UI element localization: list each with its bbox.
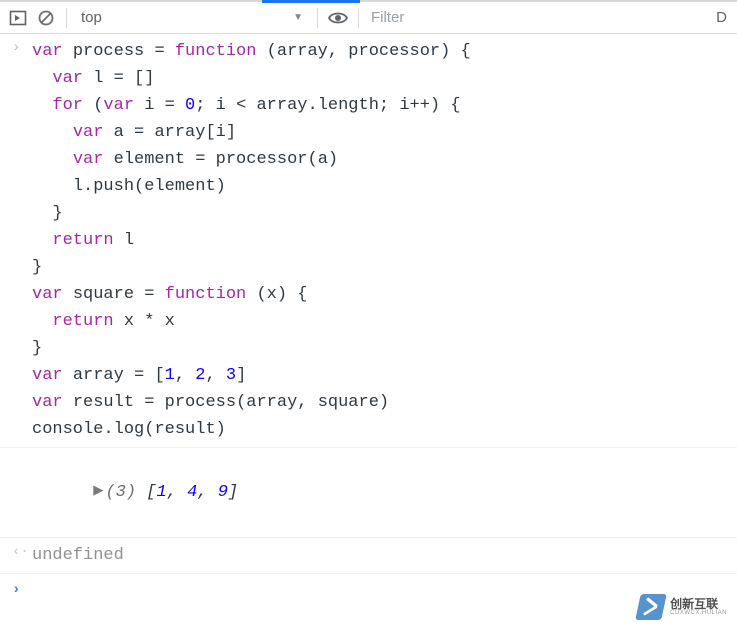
expand-triangle-icon[interactable]: ▶	[93, 478, 103, 505]
toolbar-separator	[66, 8, 67, 28]
return-chevron-icon: ‹·	[4, 542, 32, 560]
watermark-sub: CDXWCX.HULIAN	[670, 610, 727, 616]
toolbar-separator	[317, 8, 318, 28]
clear-console-icon[interactable]	[32, 4, 60, 32]
code-input[interactable]: var process = function (array, processor…	[32, 38, 737, 443]
array-length: (3)	[105, 483, 136, 502]
dropdown-triangle-icon: ▼	[293, 12, 303, 23]
filter-input[interactable]	[365, 6, 710, 30]
console-toolbar: top ▼ D	[0, 2, 737, 34]
default-levels-label[interactable]: D	[710, 9, 733, 26]
console-prompt-row[interactable]: ›	[0, 574, 737, 604]
context-selector[interactable]: top ▼	[73, 6, 311, 30]
context-label: top	[81, 9, 102, 26]
log-output[interactable]: ▶(3) [1, 4, 9]	[32, 452, 737, 533]
eye-icon[interactable]	[324, 4, 352, 32]
execute-icon[interactable]	[4, 4, 32, 32]
toolbar-separator	[358, 8, 359, 28]
prompt-chevron-icon: ›	[4, 580, 32, 598]
console-messages: › var process = function (array, process…	[0, 34, 737, 604]
console-log-row: ▶(3) [1, 4, 9]	[0, 448, 737, 538]
input-chevron-icon: ›	[4, 38, 32, 56]
return-value: undefined	[32, 542, 737, 569]
console-input-row: › var process = function (array, process…	[0, 34, 737, 448]
watermark-logo-icon	[635, 594, 667, 620]
watermark: 创新互联 CDXWCX.HULIAN	[638, 594, 727, 620]
watermark-name: 创新互联	[670, 598, 727, 610]
console-return-row: ‹· undefined	[0, 538, 737, 574]
active-tab-indicator	[262, 0, 360, 3]
gutter-spacer	[4, 452, 32, 454]
array-values: [1, 4, 9]	[146, 483, 238, 502]
